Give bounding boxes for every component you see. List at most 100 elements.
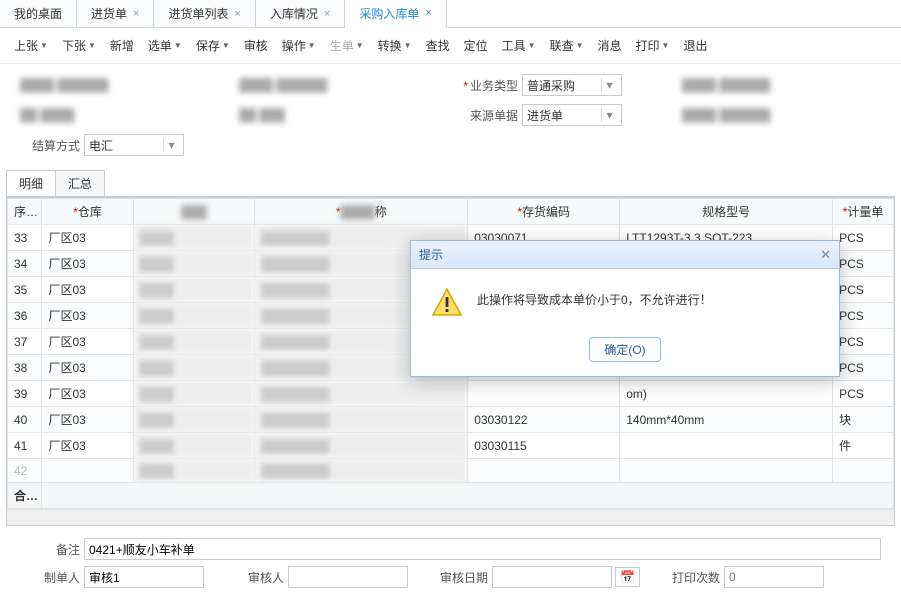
biz-type-label: *业务类型 [458, 77, 518, 94]
chevron-down-icon: ▼ [356, 41, 364, 50]
toolbar-查找[interactable]: 查找 [420, 34, 456, 57]
dialog-message: 此操作将导致成本单价小于0，不允许进行！ [477, 287, 712, 309]
cell-code[interactable] [468, 381, 620, 407]
alert-dialog: 提示 ✕ 此操作将导致成本单价小于0，不允许进行！ 确定(O) [410, 240, 840, 377]
toolbar-联查[interactable]: 联查▼ [544, 34, 590, 57]
chevron-down-icon: ▾ [163, 138, 179, 152]
col-blur1[interactable]: ███ [133, 199, 255, 225]
audit-date-input[interactable] [492, 566, 612, 588]
cell-seq: 35 [8, 277, 42, 303]
payment-label: 结算方式 [20, 137, 80, 154]
ok-button[interactable]: 确定(O) [589, 337, 660, 362]
close-icon[interactable]: × [133, 8, 139, 20]
toolbar-选单[interactable]: 选单▼ [142, 34, 188, 57]
table-header-row: 序号 *仓库 ███ *████称 *存货编码 规格型号 *计量单 [8, 199, 894, 225]
cell-unit[interactable]: PCS [833, 251, 894, 277]
cell-warehouse[interactable]: 厂区03 [42, 225, 133, 251]
cell-spec[interactable]: 140mm*40mm [620, 407, 833, 433]
cell-warehouse[interactable]: 厂区03 [42, 251, 133, 277]
cell-unit[interactable]: 件 [833, 433, 894, 459]
toolbar-保存[interactable]: 保存▼ [190, 34, 236, 57]
auditor-input[interactable] [288, 566, 408, 588]
cell-blur: ████ [133, 303, 255, 329]
cell-warehouse[interactable]: 厂区03 [42, 303, 133, 329]
toolbar-上张[interactable]: 上张▼ [8, 34, 54, 57]
chevron-down-icon: ▾ [601, 78, 617, 92]
subtab-汇总[interactable]: 汇总 [55, 170, 105, 196]
toolbar-定位[interactable]: 定位 [458, 34, 494, 57]
cell-code[interactable] [468, 459, 620, 483]
total-row: 合计 [8, 483, 894, 509]
chevron-down-icon: ▼ [662, 41, 670, 50]
cell-warehouse[interactable]: 厂区03 [42, 355, 133, 381]
cell-unit[interactable]: 块 [833, 407, 894, 433]
col-spec[interactable]: 规格型号 [620, 199, 833, 225]
subtab-明细[interactable]: 明细 [6, 170, 56, 196]
maker-label: 制单人 [20, 569, 80, 586]
biz-type-select[interactable]: 普通采购▾ [522, 74, 622, 96]
cell-warehouse[interactable]: 厂区03 [42, 277, 133, 303]
cell-unit[interactable]: PCS [833, 355, 894, 381]
payment-select[interactable]: 电汇▾ [84, 134, 184, 156]
cell-code[interactable]: 03030115 [468, 433, 620, 459]
chevron-down-icon: ▼ [308, 41, 316, 50]
close-icon[interactable]: ✕ [820, 247, 831, 263]
toolbar-退出[interactable]: 退出 [677, 34, 713, 57]
tab-bar: 我的桌面进货单×进货单列表×入库情况×采购入库单× [0, 0, 901, 28]
table-row[interactable]: 41厂区03████████████03030115件 [8, 433, 894, 459]
remark-input[interactable] [84, 538, 881, 560]
maker-input[interactable] [84, 566, 204, 588]
cell-blur: ████████ [255, 407, 468, 433]
toolbar-消息[interactable]: 消息 [592, 34, 628, 57]
tab-进货单列表[interactable]: 进货单列表× [154, 0, 255, 27]
cell-code[interactable]: 03030122 [468, 407, 620, 433]
close-icon[interactable]: × [234, 8, 240, 20]
toolbar-新增[interactable]: 新增 [104, 34, 140, 57]
cell-unit[interactable]: PCS [833, 381, 894, 407]
table-row[interactable]: 40厂区03████████████03030122140mm*40mm块 [8, 407, 894, 433]
cell-spec[interactable] [620, 433, 833, 459]
table-row[interactable]: 42████████████ [8, 459, 894, 483]
warning-icon [431, 287, 463, 319]
col-code[interactable]: *存货编码 [468, 199, 620, 225]
table-row[interactable]: 39厂区03████████████om)PCS [8, 381, 894, 407]
cell-warehouse[interactable] [42, 459, 133, 483]
col-unit[interactable]: *计量单 [833, 199, 894, 225]
cell-unit[interactable] [833, 459, 894, 483]
total-label: 合计 [8, 483, 42, 509]
toolbar-打印[interactable]: 打印▼ [630, 34, 676, 57]
horizontal-scrollbar[interactable] [7, 509, 894, 525]
close-icon[interactable]: × [425, 7, 431, 19]
col-warehouse[interactable]: *仓库 [42, 199, 133, 225]
cell-unit[interactable]: PCS [833, 277, 894, 303]
toolbar-下张[interactable]: 下张▼ [56, 34, 102, 57]
cell-warehouse[interactable]: 厂区03 [42, 381, 133, 407]
cell-spec[interactable] [620, 459, 833, 483]
cell-spec[interactable]: om) [620, 381, 833, 407]
cell-unit[interactable]: PCS [833, 329, 894, 355]
tab-入库情况[interactable]: 入库情况× [256, 0, 345, 27]
cell-blur: ████ [133, 277, 255, 303]
source-select[interactable]: 进货单▾ [522, 104, 622, 126]
toolbar-审核[interactable]: 审核 [238, 34, 274, 57]
chevron-down-icon: ▼ [40, 41, 48, 50]
calendar-icon[interactable]: 📅 [615, 567, 640, 587]
cell-warehouse[interactable]: 厂区03 [42, 433, 133, 459]
toolbar-操作[interactable]: 操作▼ [276, 34, 322, 57]
toolbar-工具[interactable]: 工具▼ [496, 34, 542, 57]
toolbar-转换[interactable]: 转换▼ [372, 34, 418, 57]
form-area: ████ ██████ ████ ██████ *业务类型 普通采购▾ ████… [0, 64, 901, 170]
tab-进货单[interactable]: 进货单× [77, 0, 154, 27]
cell-seq: 34 [8, 251, 42, 277]
cell-unit[interactable]: PCS [833, 225, 894, 251]
col-name[interactable]: *████称 [255, 199, 468, 225]
tab-采购入库单[interactable]: 采购入库单× [345, 0, 446, 28]
col-seq[interactable]: 序号 [8, 199, 42, 225]
cell-unit[interactable]: PCS [833, 303, 894, 329]
cell-warehouse[interactable]: 厂区03 [42, 407, 133, 433]
close-icon[interactable]: × [324, 8, 330, 20]
cell-warehouse[interactable]: 厂区03 [42, 329, 133, 355]
cell-seq: 41 [8, 433, 42, 459]
tab-我的桌面[interactable]: 我的桌面 [0, 0, 77, 27]
auditor-label: 审核人 [224, 569, 284, 586]
